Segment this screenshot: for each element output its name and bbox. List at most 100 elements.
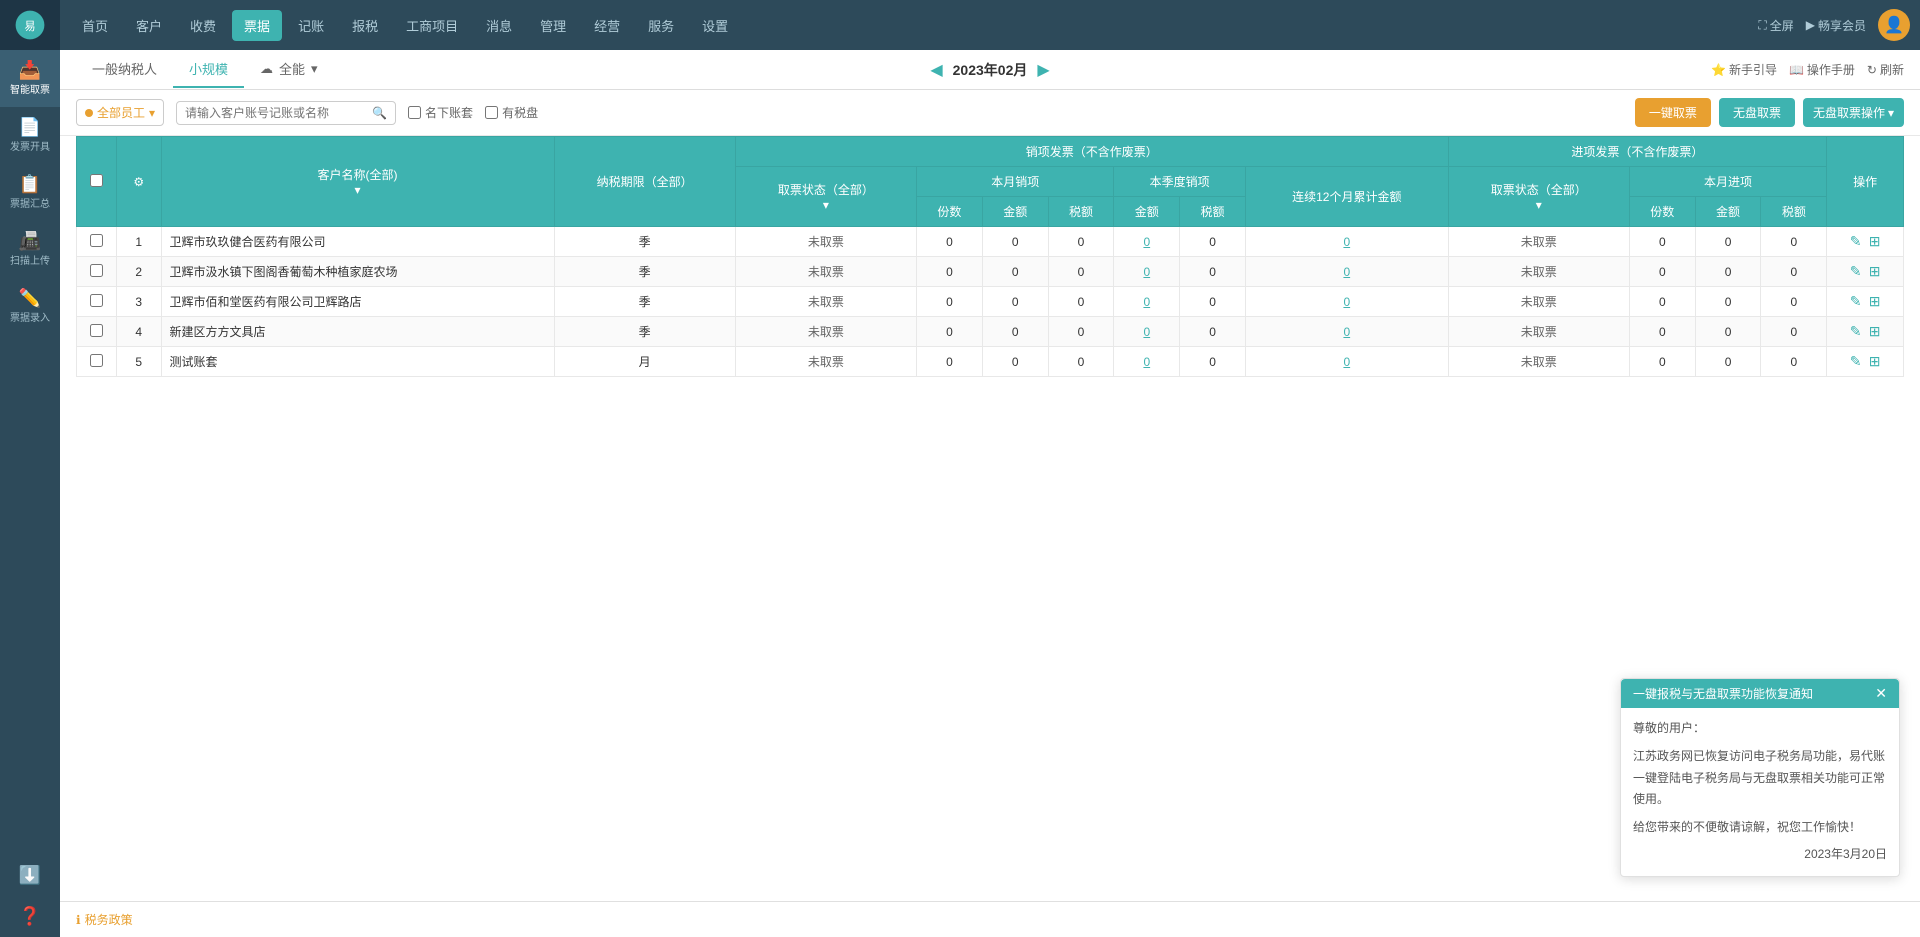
edit-icon[interactable]: ✎: [1850, 293, 1862, 309]
no-disk-fetch-btn[interactable]: 无盘取票: [1719, 98, 1795, 127]
select-all-checkbox[interactable]: [90, 174, 103, 187]
row-checkbox[interactable]: [77, 317, 117, 347]
row-sales-month-count: 0: [917, 317, 983, 347]
row-sales-month-amount: 0: [982, 227, 1048, 257]
sidebar-item-help[interactable]: ❓: [0, 896, 60, 937]
new-guide-btn[interactable]: ⭐ 新手引导: [1711, 61, 1777, 78]
tax-policy-link[interactable]: ℹ 税务政策: [76, 911, 133, 928]
nav-business[interactable]: 工商项目: [394, 10, 470, 41]
fullscreen-btn[interactable]: ⛶ 全屏: [1758, 17, 1793, 34]
nav-customer[interactable]: 客户: [124, 10, 174, 41]
th-purchase-month-count: 份数: [1629, 197, 1695, 227]
fetch-purchase-filter-icon[interactable]: ▾: [1536, 198, 1542, 212]
nav-bookkeeping[interactable]: 记账: [286, 10, 336, 41]
bottom-bar: ℹ 税务政策: [60, 901, 1920, 937]
sidebar-item-invoice-summary[interactable]: 📋 票据汇总: [0, 164, 60, 221]
row-customer: 新建区方方文具店: [161, 317, 554, 347]
fullscreen-icon: ⛶: [1758, 18, 1766, 33]
row-sales-quarter-tax: 0: [1180, 227, 1246, 257]
sidebar-item-issue-invoice[interactable]: 📄 发票开具: [0, 107, 60, 164]
one-click-fetch-btn[interactable]: 一键取票: [1635, 98, 1711, 127]
nav-billing[interactable]: 收费: [178, 10, 228, 41]
fetch-sales-filter-icon[interactable]: ▾: [823, 198, 829, 212]
row-fetch-sales: 未取票: [735, 287, 916, 317]
invoice-summary-icon: 📋: [19, 174, 41, 195]
view-icon[interactable]: ⊞: [1869, 323, 1881, 339]
row-checkbox[interactable]: [77, 227, 117, 257]
row-fetch-sales: 未取票: [735, 317, 916, 347]
row-period: 季: [554, 227, 735, 257]
nav-manage[interactable]: 管理: [528, 10, 578, 41]
nav-message[interactable]: 消息: [474, 10, 524, 41]
period-text: 2023年02月: [953, 60, 1028, 80]
sidebar-item-scan-upload[interactable]: 📠 扫描上传: [0, 221, 60, 278]
nav-operation[interactable]: 经营: [582, 10, 632, 41]
row-purchase-month-amount: 0: [1695, 287, 1761, 317]
tab-all[interactable]: ☁ 全能 ▾: [244, 51, 334, 88]
nav-tax[interactable]: 报税: [340, 10, 390, 41]
row-sales-quarter-amount: 0: [1114, 287, 1180, 317]
table-row: 1 卫辉市玖玖健合医药有限公司 季 未取票 0 0 0 0 0 0 未取票 0 …: [77, 227, 1904, 257]
nav-service[interactable]: 服务: [636, 10, 686, 41]
tax-disk-checkbox[interactable]: 有税盘: [485, 104, 538, 121]
nav-settings[interactable]: 设置: [690, 10, 740, 41]
th-checkbox: [77, 137, 117, 227]
invoice-entry-icon: ✏️: [19, 288, 41, 309]
row-actions: ✎ ⊞: [1827, 257, 1904, 287]
row-checkbox[interactable]: [77, 287, 117, 317]
tab-small-scale[interactable]: 小规模: [173, 51, 244, 88]
search-input[interactable]: [185, 106, 368, 120]
manual-btn[interactable]: 📖 操作手册: [1789, 61, 1855, 78]
view-icon[interactable]: ⊞: [1869, 233, 1881, 249]
th-sales-month-count: 份数: [917, 197, 983, 227]
row-purchase-month-amount: 0: [1695, 317, 1761, 347]
refresh-btn[interactable]: ↻ 刷新: [1867, 61, 1904, 78]
view-icon[interactable]: ⊞: [1869, 263, 1881, 279]
row-checkbox[interactable]: [77, 257, 117, 287]
tax-disk-checkbox-input[interactable]: [485, 106, 498, 119]
row-sales-month-amount: 0: [982, 287, 1048, 317]
sidebar-item-smart-fetch[interactable]: 📥 智能取票: [0, 50, 60, 107]
notification-close-btn[interactable]: ✕: [1875, 685, 1887, 702]
settings-icon: ⚙: [133, 175, 144, 189]
svg-text:易: 易: [24, 20, 35, 33]
name-account-checkbox[interactable]: 名下账套: [408, 104, 473, 121]
customer-filter-icon[interactable]: ▾: [355, 183, 361, 197]
row-checkbox[interactable]: [77, 347, 117, 377]
nav-home[interactable]: 首页: [70, 10, 120, 41]
view-icon[interactable]: ⊞: [1869, 353, 1881, 369]
th-tax-period: 纳税期限（全部）: [554, 137, 735, 227]
view-icon[interactable]: ⊞: [1869, 293, 1881, 309]
th-fetch-status-sales: 取票状态（全部） ▾: [735, 167, 916, 227]
edit-icon[interactable]: ✎: [1850, 353, 1862, 369]
row-purchase-month-amount: 0: [1695, 257, 1761, 287]
sidebar-item-download[interactable]: ⬇️: [0, 855, 60, 896]
user-avatar[interactable]: 👤: [1878, 9, 1910, 41]
row-sales-month-count: 0: [917, 227, 983, 257]
th-current-month-sales: 本月销项: [917, 167, 1114, 197]
th-fetch-status-purchase: 取票状态（全部） ▾: [1448, 167, 1629, 227]
row-period: 季: [554, 287, 735, 317]
th-sales-month-amount: 金额: [982, 197, 1048, 227]
nav-invoice[interactable]: 票据: [232, 10, 282, 41]
row-purchase-month-count: 0: [1629, 347, 1695, 377]
row-sales-quarter-amount: 0: [1114, 227, 1180, 257]
member-btn[interactable]: ▶ 畅享会员: [1806, 17, 1866, 34]
search-box[interactable]: 🔍: [176, 101, 396, 125]
period-next-btn[interactable]: ▶: [1037, 60, 1049, 80]
row-consecutive: 0: [1245, 257, 1448, 287]
edit-icon[interactable]: ✎: [1850, 233, 1862, 249]
edit-icon[interactable]: ✎: [1850, 263, 1862, 279]
edit-icon[interactable]: ✎: [1850, 323, 1862, 339]
period-prev-btn[interactable]: ◀: [930, 60, 942, 80]
row-sales-quarter-tax: 0: [1180, 347, 1246, 377]
search-icon: 🔍: [372, 106, 387, 120]
employee-filter[interactable]: 全部员工 ▾: [76, 99, 164, 126]
sidebar-item-invoice-entry[interactable]: ✏️ 票据录入: [0, 278, 60, 335]
name-account-checkbox-input[interactable]: [408, 106, 421, 119]
row-fetch-purchase: 未取票: [1448, 227, 1629, 257]
no-disk-ops-btn[interactable]: 无盘取票操作 ▾: [1803, 98, 1904, 127]
tab-general[interactable]: 一般纳税人: [76, 51, 173, 88]
row-fetch-purchase: 未取票: [1448, 317, 1629, 347]
th-sales-group: 销项发票（不含作废票）: [735, 137, 1448, 167]
